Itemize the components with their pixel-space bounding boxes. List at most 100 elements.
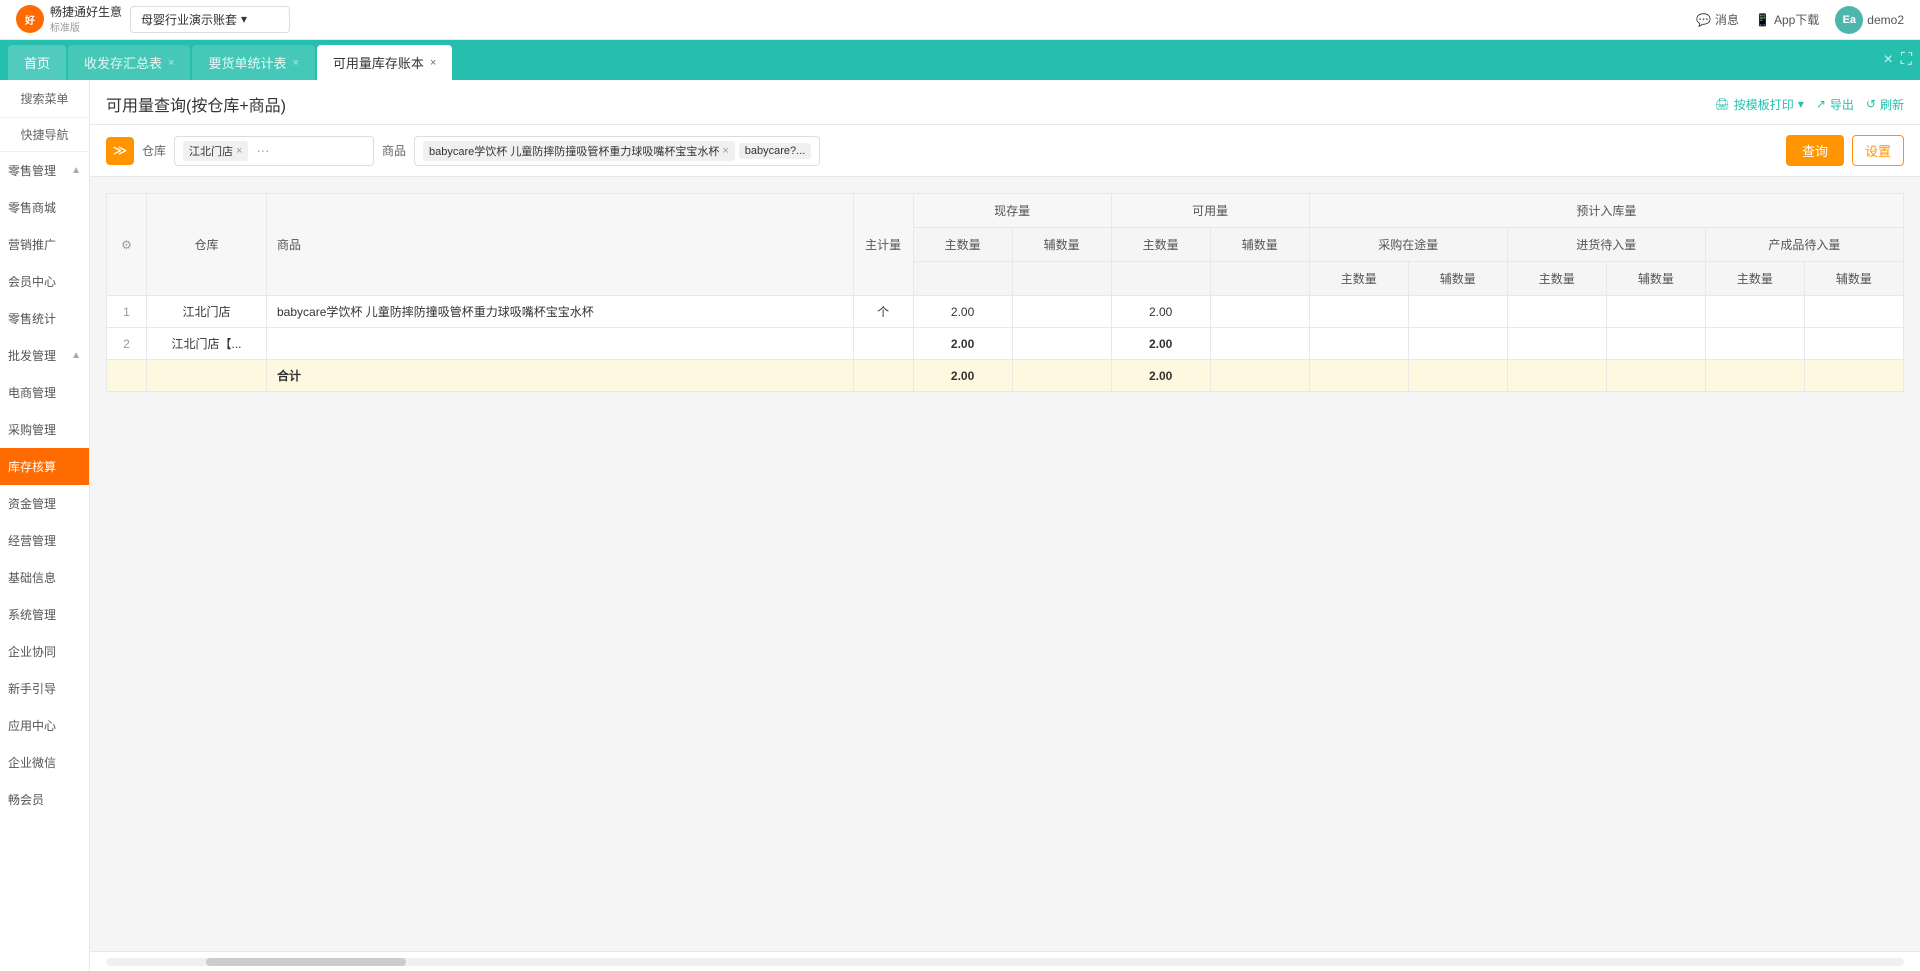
summary-purchase-aux	[1408, 360, 1507, 392]
sidebar-item-retail-mall[interactable]: 零售商城	[0, 189, 89, 226]
sidebar-item-retail-mgmt[interactable]: 零售管理 ▲	[0, 152, 89, 189]
main-layout: 搜索菜单 快捷导航 零售管理 ▲ 零售商城 营销推广 会员中心 零售统计 批发管…	[0, 80, 1920, 971]
summary-avail-aux	[1210, 360, 1309, 392]
warehouse-label: 仓库	[142, 142, 166, 159]
product-tag-1-close[interactable]: ×	[722, 145, 728, 157]
sidebar-item-label: 新手引导	[8, 680, 56, 697]
warehouse-filter-group[interactable]: 江北门店 × ···	[174, 136, 374, 166]
print-template-btn[interactable]: 🖨 按模板打印 ▾	[1715, 96, 1804, 113]
sidebar-item-enterprise-collab[interactable]: 企业协同	[0, 633, 89, 670]
user-profile[interactable]: Ea demo2	[1835, 6, 1904, 34]
print-icon: 🖨	[1715, 97, 1730, 111]
tab-close-icon[interactable]: ×	[430, 57, 436, 69]
sidebar-item-operations[interactable]: 经营管理	[0, 522, 89, 559]
th-current-stock: 现存量	[913, 194, 1111, 228]
warehouse-tag-text: 江北门店	[189, 143, 233, 159]
th-avail-aux-qty-2	[1210, 262, 1309, 296]
sidebar-item-enterprise-wechat[interactable]: 企业微信	[0, 744, 89, 781]
data-table: ⚙ 仓库 商品 主计量 现存量 可用量 预计入库量 主数量 辅数量 主数量 辅数…	[106, 193, 1904, 392]
print-label: 按模板打印	[1734, 96, 1794, 113]
table-row: 1 江北门店 babycare学饮杯 儿童防摔防撞吸管杯重力球吸嘴杯宝宝水杯 个…	[107, 296, 1904, 328]
store-name: 母婴行业演示账套	[141, 11, 237, 28]
row-stock-aux	[1012, 296, 1111, 328]
sidebar-item-system[interactable]: 系统管理	[0, 596, 89, 633]
nav-close-icon[interactable]: ×	[1883, 51, 1892, 69]
tab-home[interactable]: 首页	[8, 45, 66, 80]
tab-available-stock-label: 可用量库存账本	[333, 53, 424, 72]
sidebar-quick-nav[interactable]: 快捷导航	[0, 118, 89, 152]
row-main-unit	[853, 328, 913, 360]
sidebar-item-label: 零售管理	[8, 162, 56, 179]
summary-stock-main: 2.00	[913, 360, 1012, 392]
filter-more-dots[interactable]: ···	[252, 143, 273, 158]
avatar: Ea	[1835, 6, 1863, 34]
summary-row: 合计 2.00 2.00	[107, 360, 1904, 392]
summary-label: 合计	[267, 360, 854, 392]
row-products-main	[1705, 328, 1804, 360]
summary-products-main	[1705, 360, 1804, 392]
row-avail-main: 2.00	[1111, 328, 1210, 360]
setting-button[interactable]: 设置	[1852, 135, 1904, 166]
app-download-action[interactable]: 📱 App下载	[1755, 11, 1819, 28]
th-available: 可用量	[1111, 194, 1309, 228]
tab-receive-pay-label: 收发存汇总表	[84, 53, 162, 72]
sidebar-item-label: 零售统计	[8, 310, 56, 327]
sidebar-item-purchase[interactable]: 采购管理	[0, 411, 89, 448]
filter-area: ≫ 仓库 江北门店 × ··· 商品 babycare学饮杯 儿童防摔防撞吸管杯…	[90, 125, 1920, 177]
th-purchase-main: 主数量	[1309, 262, 1408, 296]
refresh-btn[interactable]: ↺ 刷新	[1866, 96, 1904, 113]
export-icon: ↗	[1816, 97, 1826, 111]
nav-expand-icon[interactable]: ⛶	[1901, 51, 1912, 69]
tab-available-stock[interactable]: 可用量库存账本 ×	[317, 45, 452, 80]
export-label: 导出	[1830, 96, 1854, 113]
page-actions: 🖨 按模板打印 ▾ ↗ 导出 ↺ 刷新	[1715, 96, 1904, 113]
settings-icon[interactable]: ⚙	[121, 238, 132, 252]
message-action[interactable]: 💬 消息	[1696, 11, 1739, 28]
sidebar-item-basics[interactable]: 基础信息	[0, 559, 89, 596]
logo-text: 畅捷通好生意	[50, 5, 122, 19]
tab-close-icon[interactable]: ×	[292, 57, 298, 69]
sidebar-item-label: 应用中心	[8, 717, 56, 734]
export-btn[interactable]: ↗ 导出	[1816, 96, 1854, 113]
refresh-label: 刷新	[1880, 96, 1904, 113]
table-row: 2 江北门店【... 2.00 2.00	[107, 328, 1904, 360]
store-selector[interactable]: 母婴行业演示账套 ▾	[130, 6, 290, 33]
nav-controls: × ⛶	[1883, 51, 1912, 69]
sidebar-item-finance[interactable]: 资金管理	[0, 485, 89, 522]
sidebar-item-marketing[interactable]: 营销推广	[0, 226, 89, 263]
scroll-track[interactable]	[106, 958, 1904, 966]
filter-actions: 查询 设置	[1786, 135, 1904, 166]
sidebar-item-vip-member[interactable]: 畅会员	[0, 781, 89, 818]
th-purchase-in-transit: 采购在途量	[1309, 228, 1507, 262]
product-filter-group[interactable]: babycare学饮杯 儿童防摔防撞吸管杯重力球吸嘴杯宝宝水杯 × babyca…	[414, 136, 820, 166]
message-icon: 💬	[1696, 13, 1711, 27]
product-tag-2: babycare?...	[739, 143, 812, 159]
tab-order-stats[interactable]: 要货单统计表 ×	[192, 45, 314, 80]
tab-receive-pay[interactable]: 收发存汇总表 ×	[68, 45, 190, 80]
sidebar-item-label: 企业微信	[8, 754, 56, 771]
sidebar-search[interactable]: 搜索菜单	[0, 80, 89, 118]
sidebar-item-new-guide[interactable]: 新手引导	[0, 670, 89, 707]
logo-area: 好 畅捷通好生意 标准版	[16, 5, 122, 34]
scroll-thumb[interactable]	[206, 958, 406, 966]
sidebar-item-inventory[interactable]: 库存核算	[0, 448, 89, 485]
filter-toggle-btn[interactable]: ≫	[106, 137, 134, 165]
product-tag-1-text: babycare学饮杯 儿童防摔防撞吸管杯重力球吸嘴杯宝宝水杯	[429, 143, 719, 159]
summary-purchase-main	[1309, 360, 1408, 392]
sidebar-item-ecommerce[interactable]: 电商管理	[0, 374, 89, 411]
sidebar-item-label: 资金管理	[8, 495, 56, 512]
th-stock-aux-qty: 辅数量	[1012, 228, 1111, 262]
tab-close-icon[interactable]: ×	[168, 57, 174, 69]
arrow-icon: ▲	[71, 165, 81, 176]
top-bar-right: 💬 消息 📱 App下载 Ea demo2	[1696, 6, 1904, 34]
sidebar-item-wholesale-mgmt[interactable]: 批发管理 ▲	[0, 337, 89, 374]
query-button[interactable]: 查询	[1786, 135, 1844, 166]
chevron-icon: ▾	[1798, 97, 1804, 111]
sidebar-item-app-center[interactable]: 应用中心	[0, 707, 89, 744]
sidebar-item-retail-stats[interactable]: 零售统计	[0, 300, 89, 337]
product-tag-1: babycare学饮杯 儿童防摔防撞吸管杯重力球吸嘴杯宝宝水杯 ×	[423, 141, 735, 161]
sidebar-item-member-center[interactable]: 会员中心	[0, 263, 89, 300]
warehouse-tag-close[interactable]: ×	[236, 145, 242, 157]
app-icon: 📱	[1755, 13, 1770, 27]
content-area: 可用量查询(按仓库+商品) 🖨 按模板打印 ▾ ↗ 导出 ↺ 刷新 ≫	[90, 80, 1920, 971]
